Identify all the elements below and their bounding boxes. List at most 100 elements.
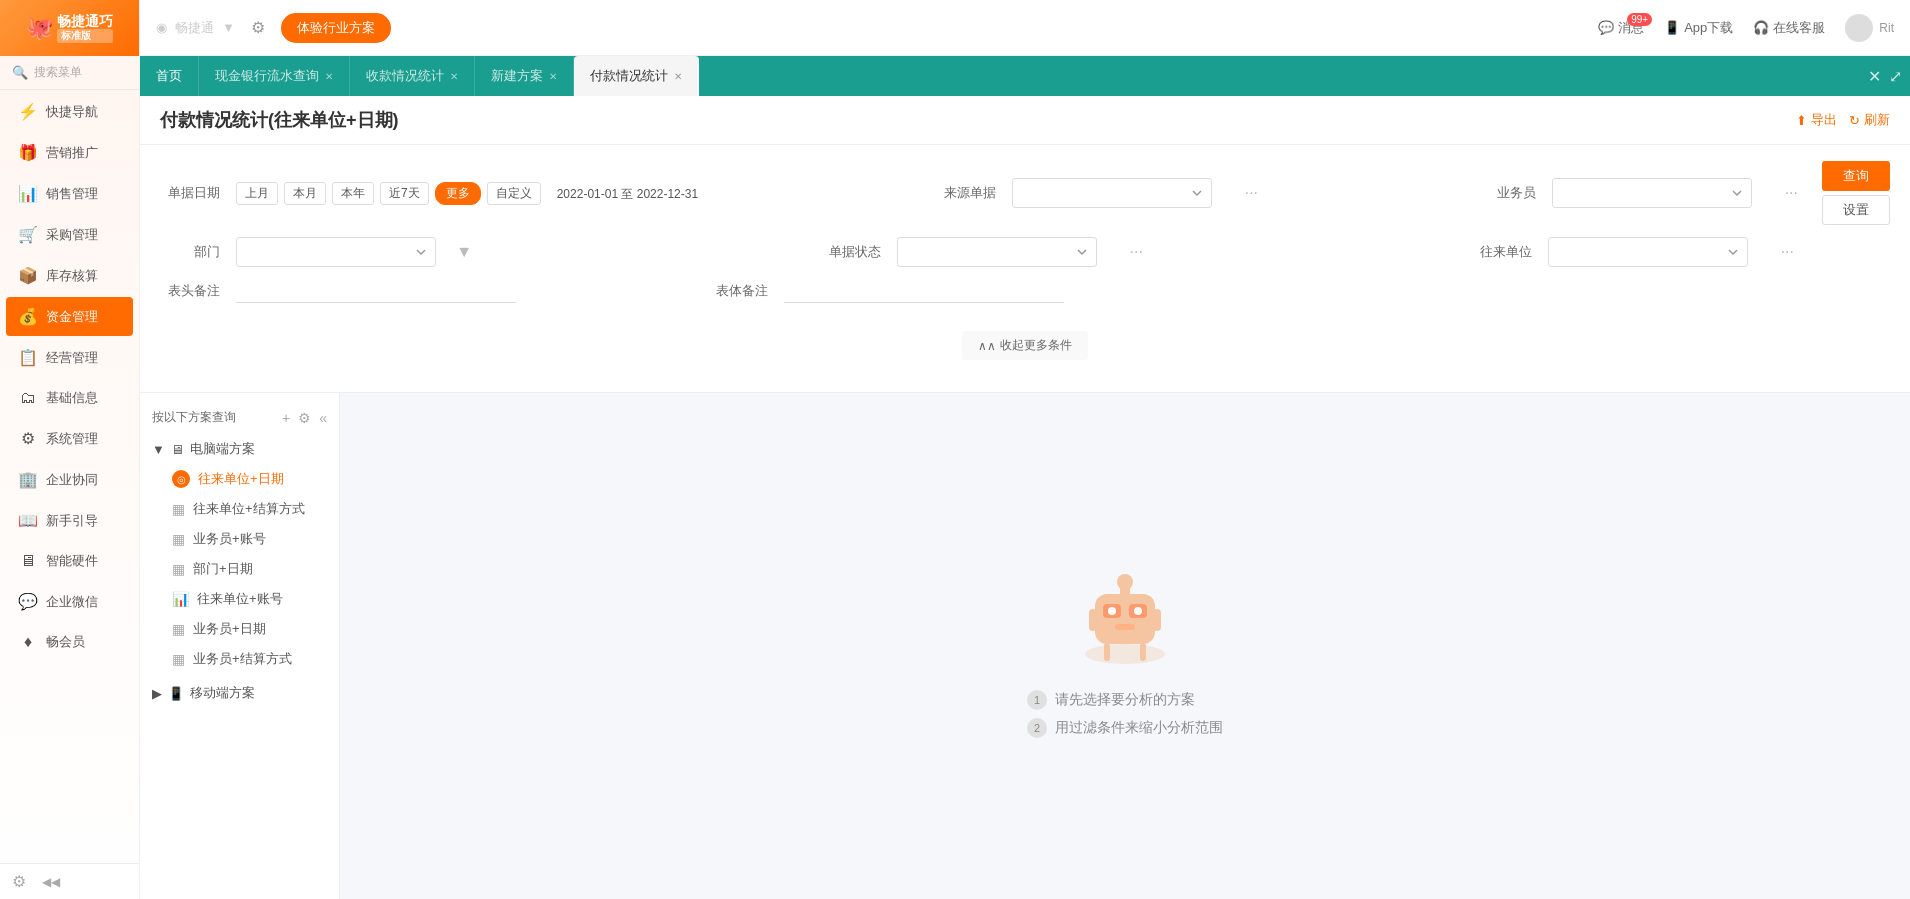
tab-payment-stats[interactable]: 付款情况统计 ✕ (574, 56, 699, 96)
sidebar-item-quick-nav[interactable]: ⚡ 快捷导航 (6, 92, 133, 131)
empty-state: 1 请先选择要分析的方案 2 用过滤条件来缩小分析范围 (1027, 554, 1223, 738)
empty-illustration (1065, 554, 1185, 674)
app-download-btn[interactable]: 📱 App下载 (1664, 19, 1733, 37)
sidebar-item-wechat[interactable]: 💬 企业微信 (6, 582, 133, 621)
sidebar-icon-quick-nav: ⚡ (18, 102, 38, 121)
plan-icon: ▦ (172, 531, 185, 547)
date-range-value: 2022-01-01 至 2022-12-31 (557, 184, 698, 205)
panel-settings-icon[interactable]: ⚙ (298, 410, 311, 426)
tab-home[interactable]: 首页 (140, 56, 199, 96)
tab-new-plan-close[interactable]: ✕ (549, 71, 557, 82)
tab-bank-flow[interactable]: 现金银行流水查询 ✕ (199, 56, 350, 96)
refresh-icon: ↻ (1849, 113, 1860, 128)
main-area: ◉ 畅捷通 ▼ ⚙ 体验行业方案 💬 消息 99+ 📱 App下载 🎧 在线客服… (140, 0, 1910, 899)
counterpart-label: 往来单位 (1472, 243, 1532, 261)
plan-counterpart-settle[interactable]: ▦ 往来单位+结算方式 (140, 494, 339, 524)
salesman-select[interactable] (1552, 178, 1752, 208)
sidebar-icon-marketing: 🎁 (18, 143, 38, 162)
sidebar-search[interactable]: 🔍 搜索菜单 (0, 56, 139, 90)
tabs-bar: 首页 现金银行流水查询 ✕ 收款情况统计 ✕ 新建方案 ✕ 付款情况统计 ✕ ✕… (140, 56, 1910, 96)
plan-icon: ▦ (172, 651, 185, 667)
sidebar-item-guide[interactable]: 📖 新手引导 (6, 501, 133, 540)
desktop-icon: 🖥 (171, 442, 184, 457)
source-select[interactable] (1012, 178, 1212, 208)
sidebar-item-inventory[interactable]: 📦 库存核算 (6, 256, 133, 295)
tab-receipt-stats-close[interactable]: ✕ (450, 71, 458, 82)
svg-point-8 (1117, 574, 1133, 590)
date-btn-this-year[interactable]: 本年 (332, 182, 374, 205)
date-btn-last-month[interactable]: 上月 (236, 182, 278, 205)
sidebar-item-system[interactable]: ⚙ 系统管理 (6, 419, 133, 458)
tab-close-all-icon[interactable]: ✕ (1868, 67, 1881, 86)
panel-header: 按以下方案查询 + ⚙ « (140, 401, 339, 434)
right-main: 1 请先选择要分析的方案 2 用过滤条件来缩小分析范围 (340, 393, 1910, 899)
tab-expand-icon[interactable]: ⤢ (1889, 67, 1902, 86)
sidebar-label-operation: 经营管理 (46, 349, 98, 367)
hint-num-2: 2 (1027, 718, 1047, 738)
topbar-settings-icon[interactable]: ⚙ (251, 18, 265, 37)
notice-btn[interactable]: 💬 消息 99+ (1598, 19, 1644, 37)
panel-collapse-icon[interactable]: « (319, 410, 327, 426)
panel-add-icon[interactable]: + (282, 410, 290, 426)
sidebar-label-hardware: 智能硬件 (46, 552, 98, 570)
topbar-right: 💬 消息 99+ 📱 App下载 🎧 在线客服 Rit (1598, 14, 1894, 42)
logo-name: 畅捷通巧 (57, 13, 113, 30)
sidebar: 🐙 畅捷通巧 标准版 🔍 搜索菜单 ⚡ 快捷导航 🎁 营销推广 📊 销售管理 🛒… (0, 0, 140, 899)
counterpart-select[interactable] (1548, 237, 1748, 267)
doc-status-select[interactable] (897, 237, 1097, 267)
dept-dots: ▼ (442, 243, 472, 261)
plan-dept-date[interactable]: ▦ 部门+日期 (140, 554, 339, 584)
date-btn-more[interactable]: 更多 (435, 182, 481, 205)
username: Rit (1879, 21, 1894, 35)
online-service-btn[interactable]: 🎧 在线客服 (1753, 19, 1825, 37)
sidebar-item-enterprise[interactable]: 🏢 企业协同 (6, 460, 133, 499)
sidebar-icon-guide: 📖 (18, 511, 38, 530)
sidebar-label-inventory: 库存核算 (46, 267, 98, 285)
chevron-down-icon: ▼ (152, 442, 165, 457)
user-area: Rit (1845, 14, 1894, 42)
sidebar-item-finance[interactable]: 💰 资金管理 (6, 297, 133, 336)
sidebar-label-marketing: 营销推广 (46, 144, 98, 162)
sidebar-item-hardware[interactable]: 🖥 智能硬件 (6, 542, 133, 580)
sidebar-item-member[interactable]: ♦ 畅会员 (6, 623, 133, 661)
mobile-group-title[interactable]: ▶ 📱 移动端方案 (140, 678, 339, 708)
svg-rect-10 (1153, 609, 1161, 631)
plan-salesman-date[interactable]: ▦ 业务员+日期 (140, 614, 339, 644)
date-btn-custom[interactable]: 自定义 (487, 182, 541, 205)
mobile-plan-group: ▶ 📱 移动端方案 (140, 678, 339, 708)
query-btn[interactable]: 查询 (1822, 161, 1890, 191)
tab-bank-flow-close[interactable]: ✕ (325, 71, 333, 82)
trial-btn[interactable]: 体验行业方案 (281, 13, 391, 43)
plan-counterpart-date[interactable]: ◎ 往来单位+日期 (140, 464, 339, 494)
sidebar-item-purchase[interactable]: 🛒 采购管理 (6, 215, 133, 254)
date-btn-this-month[interactable]: 本月 (284, 182, 326, 205)
refresh-btn[interactable]: ↻ 刷新 (1849, 111, 1890, 129)
settings-btn[interactable]: 设置 (1822, 195, 1890, 225)
sidebar-label-member: 畅会员 (46, 633, 85, 651)
date-btn-7days[interactable]: 近7天 (380, 182, 429, 205)
doc-status-dots: ··· (1113, 243, 1143, 261)
sidebar-label-purchase: 采购管理 (46, 226, 98, 244)
tab-payment-stats-close[interactable]: ✕ (674, 71, 682, 82)
svg-point-5 (1134, 607, 1142, 615)
empty-hints: 1 请先选择要分析的方案 2 用过滤条件来缩小分析范围 (1027, 690, 1223, 738)
desktop-group-title[interactable]: ▼ 🖥 电脑端方案 (140, 434, 339, 464)
sidebar-item-sales[interactable]: 📊 销售管理 (6, 174, 133, 213)
plan-counterpart-account[interactable]: 📊 往来单位+账号 (140, 584, 339, 614)
sidebar-label-finance: 资金管理 (46, 308, 98, 326)
dept-select[interactable] (236, 237, 436, 267)
tab-receipt-stats[interactable]: 收款情况统计 ✕ (350, 56, 475, 96)
table-head-note-input[interactable] (236, 279, 516, 303)
tab-new-plan[interactable]: 新建方案 ✕ (475, 56, 574, 96)
sidebar-item-operation[interactable]: 📋 经营管理 (6, 338, 133, 377)
collapse-sidebar-icon[interactable]: ◀◀ (42, 875, 60, 889)
plan-salesman-account[interactable]: ▦ 业务员+账号 (140, 524, 339, 554)
svg-point-4 (1108, 607, 1116, 615)
export-btn[interactable]: ⬆ 导出 (1796, 111, 1837, 129)
plan-salesman-settle[interactable]: ▦ 业务员+结算方式 (140, 644, 339, 674)
settings-icon[interactable]: ⚙ (12, 872, 26, 891)
sidebar-item-marketing[interactable]: 🎁 营销推广 (6, 133, 133, 172)
sidebar-item-basic[interactable]: 🗂 基础信息 (6, 379, 133, 417)
collapse-btn[interactable]: ∧∧ 收起更多条件 (962, 331, 1088, 360)
table-body-note-input[interactable] (784, 279, 1064, 303)
